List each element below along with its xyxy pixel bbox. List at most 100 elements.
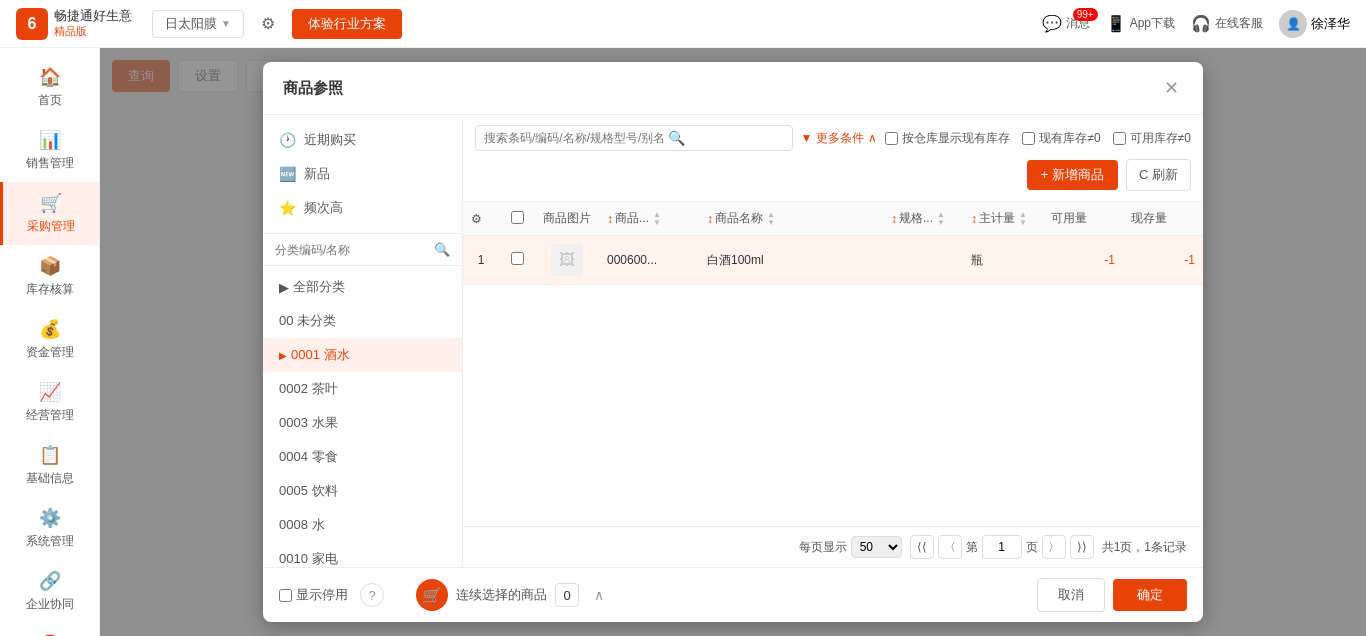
- sidebar-item-guide[interactable]: 🎯 新手引导: [0, 623, 99, 636]
- nav-selector[interactable]: 日太阳膜 ▼: [152, 10, 244, 38]
- category-item-0001[interactable]: ▶ 0001 酒水: [263, 338, 462, 372]
- add-product-button[interactable]: + 新增商品: [1027, 160, 1118, 190]
- sidebar-item-finance[interactable]: 💰 资金管理: [0, 308, 99, 371]
- per-page-dropdown[interactable]: 50 100 200: [851, 536, 902, 558]
- category-item-00[interactable]: 00 未分类: [263, 304, 462, 338]
- product-table-container: ⚙ 商品图片: [463, 202, 1203, 526]
- col-header-avail[interactable]: 可用量: [1043, 202, 1123, 236]
- page-number-input[interactable]: [982, 535, 1022, 559]
- checkbox-avail-input[interactable]: [1113, 132, 1126, 145]
- sort-icon-spec: ↕: [891, 212, 897, 226]
- row-checkbox[interactable]: [511, 252, 524, 265]
- table-row[interactable]: 1 🖼 000600... 白酒100ml: [463, 236, 1203, 285]
- category-item-0005[interactable]: 0005 饮料: [263, 474, 462, 508]
- user-info[interactable]: 👤 徐泽华: [1279, 10, 1350, 38]
- sidebar-item-collab[interactable]: 🔗 企业协同: [0, 560, 99, 623]
- category-item-0003-label: 0003 水果: [279, 414, 338, 432]
- top-nav: 6 畅捷通好生意 精品版 日太阳膜 ▼ ⚙ 体验行业方案 💬 消息 99+ 📱 …: [0, 0, 1366, 48]
- content-area: 查询 设置 刷新 商品参照 ✕ 🕐: [100, 48, 1366, 636]
- sidebar-item-sales-label: 销售管理: [26, 155, 74, 172]
- checkbox-avail-nonzero[interactable]: 可用库存≠0: [1113, 130, 1191, 147]
- checkbox-warehouse[interactable]: 按仓库显示现有库存: [885, 130, 1010, 147]
- show-disabled-label: 显示停用: [296, 586, 348, 604]
- expand-icon[interactable]: ∧: [587, 583, 611, 607]
- confirm-button[interactable]: 确定: [1113, 579, 1187, 611]
- messages-button[interactable]: 💬 消息 99+: [1042, 14, 1090, 33]
- app-download-button[interactable]: 📱 App下载: [1106, 14, 1175, 33]
- sidebar-item-operations[interactable]: 📈 经营管理: [0, 371, 99, 434]
- next-page-button[interactable]: 〉: [1042, 535, 1066, 559]
- sidebar-item-system[interactable]: ⚙️ 系统管理: [0, 497, 99, 560]
- toolbar-actions: + 新增商品 C 刷新: [1027, 159, 1191, 191]
- filter-button[interactable]: ▼ 更多条件 ∧: [801, 130, 878, 147]
- settings-col-icon[interactable]: ⚙: [471, 212, 482, 226]
- checkbox-stock-input[interactable]: [1022, 132, 1035, 145]
- prev-page-button[interactable]: 〈: [938, 535, 962, 559]
- quick-item-recent[interactable]: 🕐 近期购买: [263, 123, 462, 157]
- sidebar-item-procurement-label: 采购管理: [27, 218, 75, 235]
- category-item-0004[interactable]: 0004 零食: [263, 440, 462, 474]
- sidebar-item-sales[interactable]: 📊 销售管理: [0, 119, 99, 182]
- settings-icon[interactable]: ⚙: [252, 8, 284, 40]
- show-disabled-checkbox[interactable]: 显示停用: [279, 586, 348, 604]
- category-search: 🔍: [263, 234, 462, 266]
- category-search-input[interactable]: [275, 243, 430, 257]
- col-header-code[interactable]: ↕ 商品... ▲▼: [599, 202, 699, 236]
- show-disabled-input[interactable]: [279, 589, 292, 602]
- modal-close-button[interactable]: ✕: [1159, 76, 1183, 100]
- quick-item-recent-label: 近期购买: [304, 131, 356, 149]
- modal-footer: 显示停用 ? 🛒 连续选择的商品 0 ∧ 取消 确定: [263, 567, 1203, 622]
- category-item-0010[interactable]: 0010 家电: [263, 542, 462, 567]
- per-page-select: 每页显示 50 100 200: [799, 536, 902, 558]
- last-page-button[interactable]: ⟩⟩: [1070, 535, 1094, 559]
- sort-icon-unit: ↕: [971, 212, 977, 226]
- quick-item-new[interactable]: 🆕 新品: [263, 157, 462, 191]
- inventory-icon: 📦: [39, 255, 61, 277]
- sidebar-item-home[interactable]: 🏠 首页: [0, 56, 99, 119]
- sidebar-item-finance-label: 资金管理: [26, 344, 74, 361]
- refresh-button[interactable]: C 刷新: [1126, 159, 1191, 191]
- help-button[interactable]: ?: [360, 583, 384, 607]
- online-service-button[interactable]: 🎧 在线客服: [1191, 14, 1263, 33]
- star-icon: ⭐: [279, 200, 296, 216]
- select-all-checkbox[interactable]: [511, 211, 524, 224]
- col-header-img: 商品图片: [535, 202, 599, 236]
- category-item-0003[interactable]: 0003 水果: [263, 406, 462, 440]
- product-image: 🖼: [551, 244, 583, 276]
- search-input[interactable]: [484, 131, 664, 145]
- sidebar-item-basic[interactable]: 📋 基础信息: [0, 434, 99, 497]
- col-header-spec[interactable]: ↕ 规格... ▲▼: [883, 202, 963, 236]
- category-item-0008-label: 0008 水: [279, 516, 325, 534]
- first-page-button[interactable]: ⟨⟨: [910, 535, 934, 559]
- quick-item-new-label: 新品: [304, 165, 330, 183]
- per-page-label: 每页显示: [799, 539, 847, 556]
- trial-button[interactable]: 体验行业方案: [292, 9, 402, 39]
- sort-icon-name: ↕: [707, 212, 713, 226]
- category-item-0002[interactable]: 0002 茶叶: [263, 372, 462, 406]
- col-header-name[interactable]: ↕ 商品名称 ▲▼: [699, 202, 883, 236]
- category-item-all[interactable]: ▶ 全部分类: [263, 270, 462, 304]
- sidebar-item-procurement[interactable]: 🛒 采购管理: [0, 182, 99, 245]
- active-triangle-icon: ▶: [279, 350, 287, 361]
- expand-icon: ▶: [279, 280, 289, 295]
- row-img: 🖼: [535, 236, 599, 285]
- sidebar-item-inventory[interactable]: 📦 库存核算: [0, 245, 99, 308]
- procurement-icon: 🛒: [40, 192, 62, 214]
- row-check[interactable]: [499, 236, 535, 285]
- checkbox-avail-label: 可用库存≠0: [1130, 130, 1191, 147]
- checkbox-group: 按仓库显示现有库存 现有库存≠0 可用库存≠0: [885, 130, 1191, 147]
- checkbox-warehouse-input[interactable]: [885, 132, 898, 145]
- cart-count: 0: [555, 583, 579, 607]
- search-icon[interactable]: 🔍: [668, 130, 685, 146]
- category-search-icon[interactable]: 🔍: [434, 242, 450, 257]
- col-header-stock[interactable]: 现存量: [1123, 202, 1203, 236]
- quick-item-frequent[interactable]: ⭐ 频次高: [263, 191, 462, 225]
- page-summary: 共1页，1条记录: [1102, 539, 1187, 556]
- col-header-unit[interactable]: ↕ 主计量 ▲▼: [963, 202, 1043, 236]
- row-avail: -1: [1043, 236, 1123, 285]
- checkbox-stock-nonzero[interactable]: 现有库存≠0: [1022, 130, 1100, 147]
- category-item-0008[interactable]: 0008 水: [263, 508, 462, 542]
- filter-label: 更多条件: [816, 130, 864, 147]
- cancel-button[interactable]: 取消: [1037, 578, 1105, 612]
- finance-icon: 💰: [39, 318, 61, 340]
